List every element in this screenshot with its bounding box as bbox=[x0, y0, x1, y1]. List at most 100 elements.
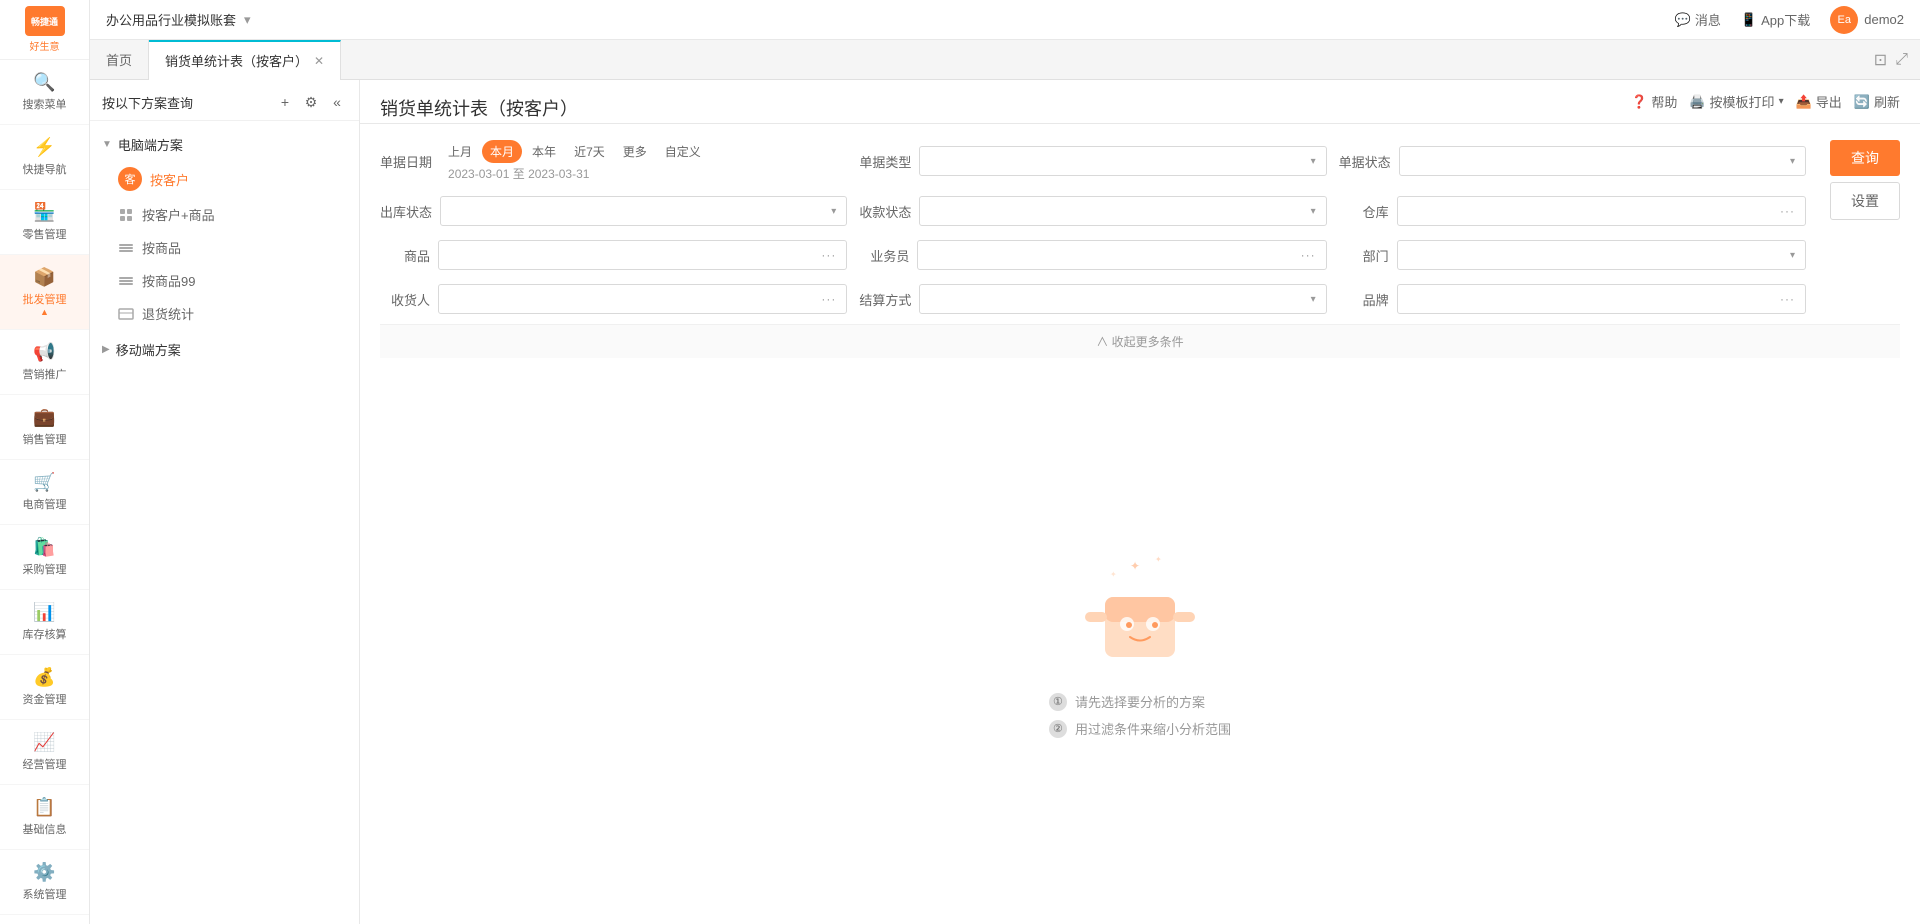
tree-group-desktop-header[interactable]: ▼ 电脑端方案 bbox=[90, 129, 359, 160]
scheme-collapse-button[interactable]: « bbox=[327, 92, 347, 112]
sidebar-item-label: 快捷导航 bbox=[23, 161, 67, 177]
svg-text:✦: ✦ bbox=[1130, 559, 1140, 573]
tree-item-by-goods-99[interactable]: 按商品99 bbox=[90, 264, 359, 297]
tree-item-return-stat[interactable]: 退货统计 bbox=[90, 297, 359, 330]
settlement-control[interactable]: ▾ bbox=[919, 284, 1326, 314]
scheme-header: 按以下方案查询 + ⚙ « bbox=[90, 80, 359, 121]
sidebar-logo[interactable]: 畅捷通 好生意 bbox=[0, 0, 89, 60]
tree-item-by-customer[interactable]: 客 按客户 bbox=[90, 160, 359, 198]
sidebar-item-basic[interactable]: 📋 基础信息 bbox=[0, 785, 89, 850]
sidebar-item-finance[interactable]: 💰 资金管理 bbox=[0, 655, 89, 720]
pay-status-arrow-icon: ▾ bbox=[1311, 206, 1316, 217]
scheme-settings-button[interactable]: ⚙ bbox=[301, 92, 321, 112]
brand-label: 品牌 bbox=[1339, 290, 1389, 309]
sidebar-item-ecommerce[interactable]: 🛒 电商管理 bbox=[0, 460, 89, 525]
system-icon: ⚙️ bbox=[33, 862, 55, 883]
date-tab-this-month[interactable]: 本月 bbox=[482, 140, 522, 163]
tab-home[interactable]: 首页 bbox=[90, 40, 149, 80]
settings-button[interactable]: 设置 bbox=[1830, 182, 1900, 220]
refresh-action[interactable]: 🔄 刷新 bbox=[1854, 92, 1900, 111]
user-profile[interactable]: Ea demo2 bbox=[1830, 6, 1904, 34]
help-action[interactable]: ❓ 帮助 bbox=[1631, 92, 1677, 111]
date-range-display: 2023-03-01 至 2023-03-31 bbox=[448, 165, 847, 182]
query-button[interactable]: 查询 bbox=[1830, 140, 1900, 176]
by-goods-99-icon bbox=[118, 273, 134, 289]
dept-control[interactable]: ▾ bbox=[1397, 240, 1806, 270]
template-print-action[interactable]: 🖨️ 按模板打印 ▾ bbox=[1689, 92, 1783, 111]
date-tab-more[interactable]: 更多 bbox=[615, 140, 655, 163]
sidebar-item-sales[interactable]: 💼 销售管理 bbox=[0, 395, 89, 460]
date-tab-last-7[interactable]: 近7天 bbox=[566, 140, 613, 163]
doc-status-label: 单据状态 bbox=[1339, 152, 1391, 171]
tree-expand-icon: ▼ bbox=[102, 139, 112, 150]
app-download-action[interactable]: 📱 App下载 bbox=[1741, 10, 1810, 29]
scheme-tree: ▼ 电脑端方案 客 按客户 按客户+商品 bbox=[90, 121, 359, 377]
filter-cell-doc-type: 单据类型 ▾ bbox=[859, 140, 1326, 182]
industry-label: 办公用品行业模拟账套 bbox=[106, 10, 236, 29]
sales-icon: 💼 bbox=[33, 407, 55, 428]
brand-control[interactable]: ··· bbox=[1397, 284, 1806, 314]
header-right: 💬 消息 📱 App下载 Ea demo2 bbox=[1675, 6, 1904, 34]
tree-group-mobile-header[interactable]: ▶ 移动端方案 bbox=[90, 334, 359, 365]
scheme-add-button[interactable]: + bbox=[275, 92, 295, 112]
filter-cell-settlement: 结算方式 ▾ bbox=[859, 284, 1326, 314]
purchase-icon: 🛍️ bbox=[33, 537, 55, 558]
window-maximize-icon[interactable]: ⤢ bbox=[1895, 51, 1908, 69]
tree-item-by-customer-label: 按客户 bbox=[150, 170, 189, 189]
tree-item-by-goods[interactable]: 按商品 bbox=[90, 231, 359, 264]
pay-status-label: 收款状态 bbox=[859, 202, 911, 221]
refresh-icon: 🔄 bbox=[1854, 94, 1870, 110]
sidebar-item-enterprise[interactable]: 🤝 企业协同 bbox=[0, 915, 89, 924]
sidebar-item-system[interactable]: ⚙️ 系统管理 bbox=[0, 850, 89, 915]
date-tab-this-year[interactable]: 本年 bbox=[524, 140, 564, 163]
doc-type-control[interactable]: ▾ bbox=[919, 146, 1326, 176]
hint-text-2: 用过滤条件来缩小分析范围 bbox=[1075, 719, 1231, 738]
date-tab-last-month[interactable]: 上月 bbox=[440, 140, 480, 163]
sidebar-item-quick-nav[interactable]: ⚡ 快捷导航 bbox=[0, 125, 89, 190]
collapse-bar[interactable]: ∧ 收起更多条件 bbox=[380, 324, 1900, 358]
empty-hint-1: ① 请先选择要分析的方案 bbox=[1049, 692, 1231, 711]
message-action[interactable]: 💬 消息 bbox=[1675, 10, 1721, 29]
goods-control[interactable]: ··· bbox=[438, 240, 847, 270]
tab-sales-stat[interactable]: 销货单统计表（按客户） ✕ bbox=[149, 40, 341, 80]
window-minimize-icon[interactable]: ⊡ bbox=[1874, 50, 1887, 70]
message-label: 消息 bbox=[1695, 10, 1721, 29]
tab-home-label: 首页 bbox=[106, 50, 132, 69]
sidebar-item-wholesale[interactable]: 📦 批发管理 ▲ bbox=[0, 255, 89, 330]
receiver-control[interactable]: ··· bbox=[438, 284, 847, 314]
sidebar-item-operation[interactable]: 📈 经营管理 bbox=[0, 720, 89, 785]
filter-cell-warehouse: 仓库 ··· bbox=[1339, 196, 1806, 226]
header-left: 办公用品行业模拟账套 ▾ bbox=[106, 10, 251, 29]
dept-label: 部门 bbox=[1339, 246, 1389, 265]
sidebar-item-retail[interactable]: 🏪 零售管理 bbox=[0, 190, 89, 255]
sidebar-item-label: 营销推广 bbox=[23, 366, 67, 382]
salesperson-control[interactable]: ··· bbox=[917, 240, 1326, 270]
sidebar-item-marketing[interactable]: 📢 营销推广 bbox=[0, 330, 89, 395]
out-status-control[interactable]: ▾ bbox=[440, 196, 847, 226]
filter-row-3: 商品 ··· 业务员 ··· bbox=[380, 240, 1806, 270]
tree-item-customer-goods[interactable]: 按客户+商品 bbox=[90, 198, 359, 231]
help-label: 帮助 bbox=[1651, 92, 1677, 111]
date-tab-custom[interactable]: 自定义 bbox=[657, 140, 709, 163]
scheme-actions: + ⚙ « bbox=[275, 92, 347, 112]
sidebar-item-purchase[interactable]: 🛍️ 采购管理 bbox=[0, 525, 89, 590]
doc-status-control[interactable]: ▾ bbox=[1399, 146, 1806, 176]
sidebar-item-inventory[interactable]: 📊 库存核算 bbox=[0, 590, 89, 655]
dropdown-arrow-icon[interactable]: ▾ bbox=[244, 12, 251, 28]
template-print-icon: 🖨️ bbox=[1689, 94, 1705, 110]
tree-item-by-goods-99-label: 按商品99 bbox=[142, 271, 195, 290]
hint-num-1: ① bbox=[1049, 693, 1067, 711]
tree-group-mobile: ▶ 移动端方案 bbox=[90, 334, 359, 365]
filter-cell-date: 单据日期 上月 本月 本年 近7天 更多 自定义 bbox=[380, 140, 847, 182]
warehouse-control[interactable]: ··· bbox=[1397, 196, 1806, 226]
sidebar-item-search[interactable]: 🔍 搜索菜单 bbox=[0, 60, 89, 125]
tab-close-icon[interactable]: ✕ bbox=[314, 54, 324, 68]
return-stat-icon bbox=[118, 306, 134, 322]
export-action[interactable]: 📤 导出 bbox=[1796, 92, 1842, 111]
empty-state: ✦ ✦ ✦ bbox=[360, 374, 1920, 924]
pay-status-control[interactable]: ▾ bbox=[919, 196, 1326, 226]
app-download-icon: 📱 bbox=[1741, 12, 1757, 28]
sidebar: 畅捷通 好生意 🔍 搜索菜单 ⚡ 快捷导航 🏪 零售管理 📦 批发管理 ▲ 📢 … bbox=[0, 0, 90, 924]
scheme-title: 按以下方案查询 bbox=[102, 93, 193, 112]
filter-cell-doc-status: 单据状态 ▾ bbox=[1339, 140, 1806, 182]
